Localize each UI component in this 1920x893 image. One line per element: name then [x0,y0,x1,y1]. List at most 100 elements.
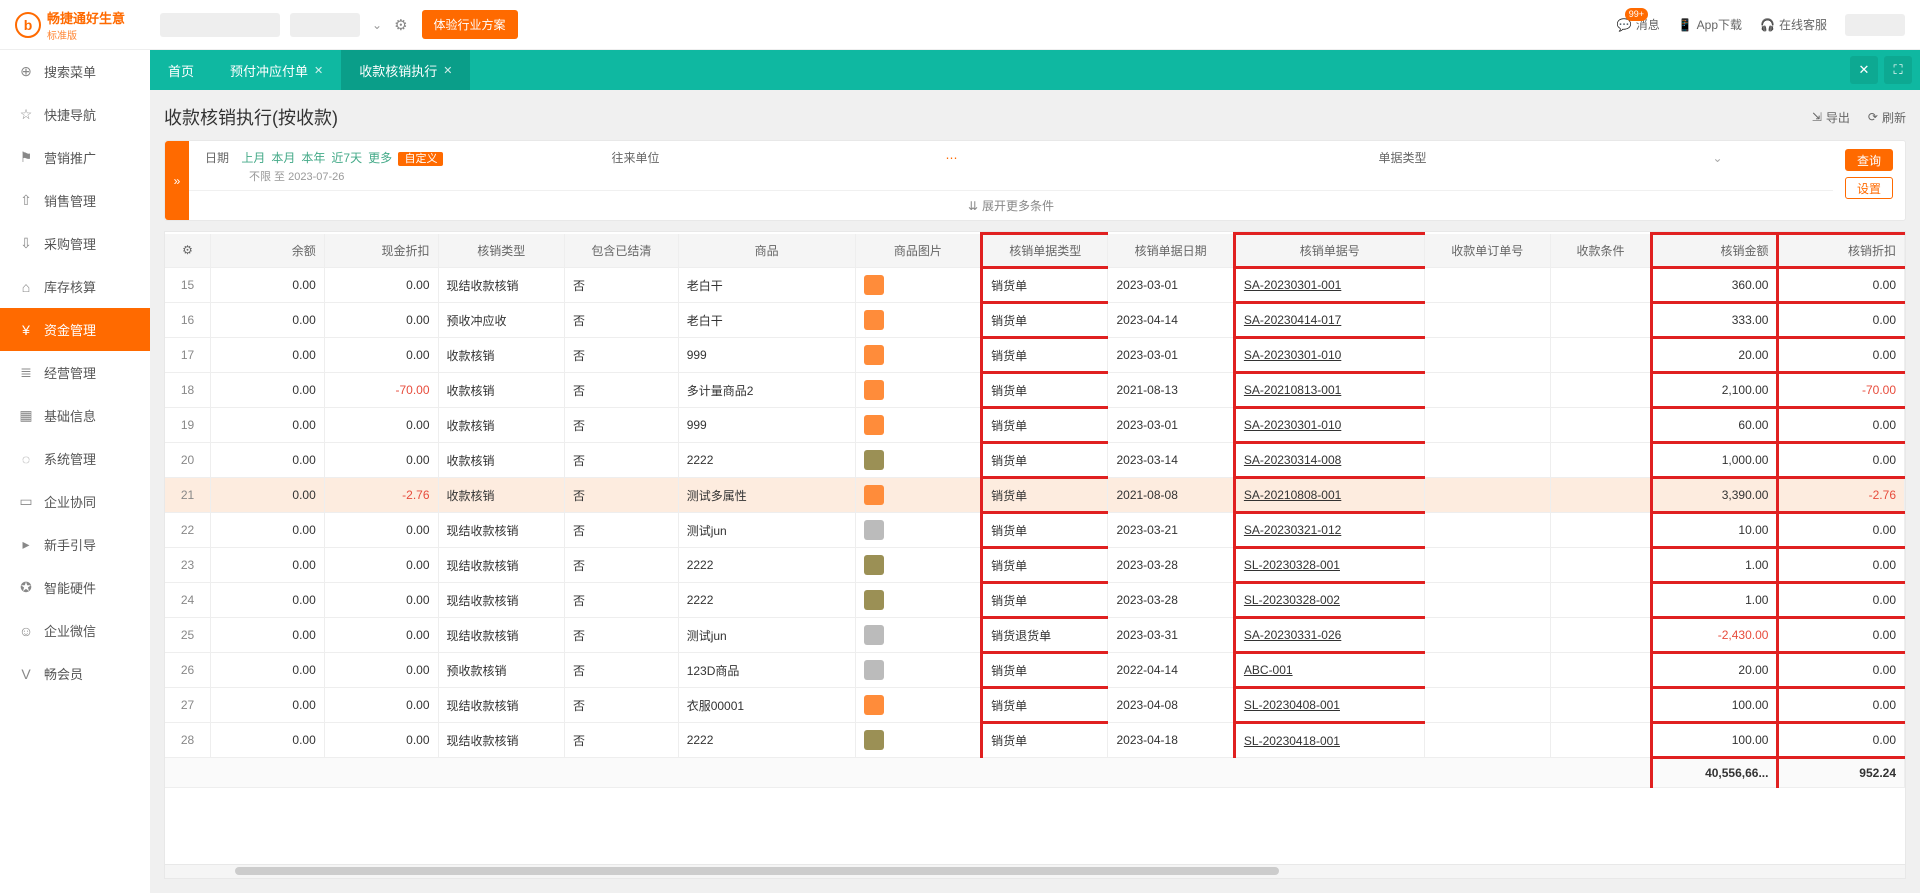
sidebar-item[interactable]: ▸新手引导 [0,523,150,566]
sidebar-item[interactable]: ☺企业微信 [0,609,150,652]
cell-type: 现结收款核销 [438,583,564,618]
cell-cash-discount: 0.00 [324,443,438,478]
col-verify-type[interactable]: 核销类型 [438,234,564,268]
date-quick-link[interactable]: 近7天 [331,151,362,165]
query-button[interactable]: 查询 [1845,149,1893,171]
tab[interactable]: 预付冲应付单 ✕ [212,50,341,90]
date-quick-link[interactable]: 本年 [301,151,325,165]
table-row[interactable]: 16 0.00 0.00 预收冲应收 否 老白干 销货单 2023-04-14 … [165,303,1905,338]
table-row[interactable]: 23 0.00 0.00 现结收款核销 否 2222 销货单 2023-03-2… [165,548,1905,583]
cell-bill-no[interactable]: SA-20210813-001 [1234,373,1424,408]
sidebar-item[interactable]: ⌂库存核算 [0,265,150,308]
cell-balance: 0.00 [211,268,325,303]
cell-bill-no[interactable]: SL-20230418-001 [1234,723,1424,758]
sidebar-icon: ☆ [18,106,34,123]
sidebar-item[interactable]: ⊕搜索菜单 [0,50,150,93]
sidebar-item[interactable]: ⚑营销推广 [0,136,150,179]
horizontal-scrollbar[interactable] [165,864,1905,878]
table-row[interactable]: 27 0.00 0.00 现结收款核销 否 衣服00001 销货单 2023-0… [165,688,1905,723]
col-bill-no[interactable]: 核销单据号 [1234,234,1424,268]
cell-bill-no[interactable]: SA-20230301-010 [1234,338,1424,373]
partner-filter[interactable]: 往来单位 ⋯ [611,149,958,166]
sidebar-item-label: 系统管理 [44,449,96,468]
experience-button[interactable]: 体验行业方案 [422,10,518,39]
caret-down-icon[interactable]: ⌄ [372,18,382,32]
sidebar-item[interactable]: ✪智能硬件 [0,566,150,609]
col-settled[interactable]: 包含已结清 [564,234,678,268]
col-verify-amount[interactable]: 核销金额 [1652,234,1778,268]
col-cash-discount[interactable]: 现金折扣 [324,234,438,268]
col-product[interactable]: 商品 [678,234,855,268]
org-selector[interactable] [160,13,280,37]
user-selector[interactable] [290,13,360,37]
cell-bill-no[interactable]: SL-20230408-001 [1234,688,1424,723]
expand-filters-button[interactable]: ⇊ 展开更多条件 [189,190,1833,220]
gear-icon[interactable]: ⚙ [394,16,407,34]
sidebar-item[interactable]: ▭企业协同 [0,480,150,523]
fullscreen-button[interactable]: ⛶ [1884,56,1912,84]
table-row[interactable]: 22 0.00 0.00 现结收款核销 否 测试jun 销货单 2023-03-… [165,513,1905,548]
sidebar-item[interactable]: ¥资金管理 [0,308,150,351]
sidebar-item[interactable]: ⇩采购管理 [0,222,150,265]
sidebar-item[interactable]: ▦基础信息 [0,394,150,437]
cell-bill-no[interactable]: SA-20210808-001 [1234,478,1424,513]
close-icon[interactable]: ✕ [314,64,323,77]
cell-bill-no[interactable]: SA-20230331-026 [1234,618,1424,653]
col-bill-date[interactable]: 核销单据日期 [1108,234,1234,268]
table-row[interactable]: 20 0.00 0.00 收款核销 否 2222 销货单 2023-03-14 … [165,443,1905,478]
cell-bill-no[interactable]: SA-20230301-010 [1234,408,1424,443]
gear-column-icon[interactable]: ⚙ [165,234,211,268]
cell-bill-no[interactable]: SA-20230301-001 [1234,268,1424,303]
cell-bill-type: 销货单 [982,408,1108,443]
close-tab-button[interactable]: ✕ [1850,56,1878,84]
date-quick-link[interactable]: 本月 [271,151,295,165]
table-row[interactable]: 17 0.00 0.00 收款核销 否 999 销货单 2023-03-01 S… [165,338,1905,373]
sidebar-item[interactable]: ⇧销售管理 [0,179,150,222]
sidebar-item[interactable]: ◌系统管理 [0,437,150,480]
cell-bill-no[interactable]: SA-20230414-017 [1234,303,1424,338]
date-quick-link[interactable]: 上月 [241,151,265,165]
table-row[interactable]: 21 0.00 -2.76 收款核销 否 测试多属性 销货单 2021-08-0… [165,478,1905,513]
cell-bill-no[interactable]: SL-20230328-001 [1234,548,1424,583]
col-verify-discount[interactable]: 核销折扣 [1778,234,1905,268]
col-condition[interactable]: 收款条件 [1550,234,1651,268]
table-row[interactable]: 25 0.00 0.00 现结收款核销 否 测试jun 销货退货单 2023-0… [165,618,1905,653]
date-quick-link[interactable]: 更多 [368,151,392,165]
cell-bill-date: 2023-03-21 [1108,513,1234,548]
cell-bill-no[interactable]: SA-20230321-012 [1234,513,1424,548]
bill-type-filter[interactable]: 单据类型 ⌄ [1378,149,1722,166]
avatar[interactable] [1845,14,1905,36]
cell-condition [1550,688,1651,723]
scrollbar-thumb[interactable] [235,867,1279,875]
close-icon[interactable]: ✕ [443,64,452,77]
cell-bill-no[interactable]: SL-20230328-002 [1234,583,1424,618]
col-bill-type[interactable]: 核销单据类型 [982,234,1108,268]
sidebar-item[interactable]: ☆快捷导航 [0,93,150,136]
col-balance[interactable]: 余额 [211,234,325,268]
tab[interactable]: 收款核销执行✕ [341,50,470,90]
table-row[interactable]: 15 0.00 0.00 现结收款核销 否 老白干 销货单 2023-03-01… [165,268,1905,303]
cell-settled: 否 [564,583,678,618]
sidebar-item[interactable]: V畅会员 [0,652,150,695]
message-button[interactable]: 💬 消息 99+ [1617,16,1660,33]
export-button[interactable]: ⇲导出 [1812,109,1850,126]
app-download-button[interactable]: 📱 App下载 [1678,16,1742,33]
setting-button[interactable]: 设置 [1845,177,1893,199]
table-row[interactable]: 19 0.00 0.00 收款核销 否 999 销货单 2023-03-01 S… [165,408,1905,443]
cell-bill-no[interactable]: SA-20230314-008 [1234,443,1424,478]
table-row[interactable]: 28 0.00 0.00 现结收款核销 否 2222 销货单 2023-04-1… [165,723,1905,758]
table-row[interactable]: 26 0.00 0.00 预收款核销 否 123D商品 销货单 2022-04-… [165,653,1905,688]
online-service-button[interactable]: 🎧 在线客服 [1760,16,1827,33]
table-row[interactable]: 18 0.00 -70.00 收款核销 否 多计量商品2 销货单 2021-08… [165,373,1905,408]
table-row[interactable]: 24 0.00 0.00 现结收款核销 否 2222 销货单 2023-03-2… [165,583,1905,618]
tab-label: 预付冲应付单 [230,61,308,80]
col-product-image[interactable]: 商品图片 [855,234,981,268]
sidebar-item[interactable]: ≣经营管理 [0,351,150,394]
cell-bill-no[interactable]: ABC-001 [1234,653,1424,688]
filter-collapse-button[interactable]: » [165,141,189,220]
date-custom-button[interactable]: 自定义 [398,152,443,166]
col-order-no[interactable]: 收款单订单号 [1424,234,1550,268]
refresh-button[interactable]: ⟳刷新 [1868,109,1906,126]
tab[interactable]: 首页 [150,50,212,90]
cell-condition [1550,513,1651,548]
